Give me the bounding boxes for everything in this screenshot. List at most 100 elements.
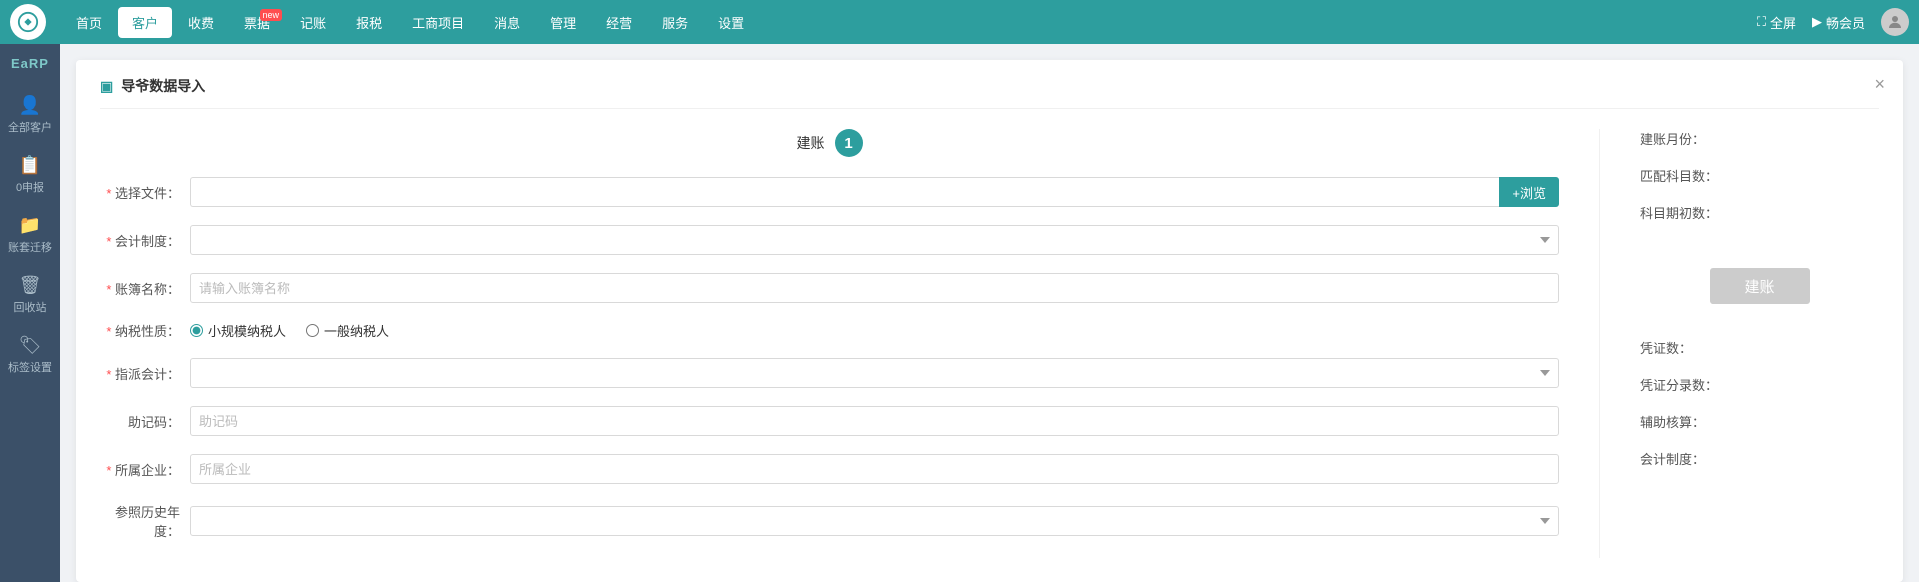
nav-operation[interactable]: 经营 xyxy=(592,7,646,38)
voucher-entries-label: 凭证分录数： xyxy=(1640,375,1730,394)
company-row: 所属企业： xyxy=(100,454,1559,484)
fullscreen-label: 全屏 xyxy=(1770,13,1796,32)
company-label: 所属企业： xyxy=(100,460,190,479)
memo-label: 助记码： xyxy=(100,412,190,431)
build-button[interactable]: 建账 xyxy=(1710,268,1810,304)
sidebar-item-migration[interactable]: 📁 账套迁移 xyxy=(0,207,60,263)
nav-fee[interactable]: 收费 xyxy=(174,7,228,38)
ledger-label: 账簿名称： xyxy=(100,279,190,298)
nav-bookkeeping[interactable]: 记账 xyxy=(286,7,340,38)
main-content: ▣ 导爷数据导入 × 建账 1 选择文件： xyxy=(60,44,1919,582)
customer-icon: 👤 xyxy=(19,95,41,116)
fullscreen-icon: ⛶ xyxy=(1757,14,1766,30)
voucher-entries-field: 凭证分录数： xyxy=(1640,375,1879,394)
dialog-title: 导爷数据导入 xyxy=(121,76,205,96)
sidebar-label-declaration: 0申报 xyxy=(16,179,44,195)
ledger-control xyxy=(190,273,1559,303)
step-label: 建账 xyxy=(797,133,825,153)
nav-message[interactable]: 消息 xyxy=(480,7,534,38)
sidebar-label-recycle: 回收站 xyxy=(14,299,47,315)
close-button[interactable]: × xyxy=(1874,74,1885,95)
declaration-icon: 📋 xyxy=(19,155,41,176)
form-right: 建账月份： 匹配科目数： 科目期初数： 建账 凭证 xyxy=(1599,129,1879,558)
member-label: 畅会员 xyxy=(1826,13,1865,32)
memo-control xyxy=(190,406,1559,436)
tax-small[interactable]: 小规模纳税人 xyxy=(190,321,286,340)
sidebar-item-all-customers[interactable]: 👤 全部客户 xyxy=(0,87,60,143)
nav-home[interactable]: 首页 xyxy=(62,7,116,38)
nav-right: ⛶ 全屏 ▶ 畅会员 xyxy=(1757,8,1909,36)
accountant-row: 指派会计： xyxy=(100,358,1559,388)
tax-general[interactable]: 一般纳税人 xyxy=(306,321,389,340)
new-badge: new xyxy=(260,9,283,21)
month-label: 建账月份： xyxy=(1640,129,1730,148)
file-input[interactable] xyxy=(190,177,1499,207)
voucher-field: 凭证数： xyxy=(1640,338,1879,357)
tax-control: 小规模纳税人 一般纳税人 xyxy=(190,321,1559,340)
period-label: 科目期初数： xyxy=(1640,203,1730,222)
aux-field: 辅助核算： xyxy=(1640,412,1879,431)
form-layout: 建账 1 选择文件： +浏览 会计制度： xyxy=(100,129,1879,558)
right-accounting-field: 会计制度： xyxy=(1640,449,1879,468)
ledger-row: 账簿名称： xyxy=(100,273,1559,303)
logo[interactable] xyxy=(10,4,46,40)
tax-general-label: 一般纳税人 xyxy=(324,321,389,340)
nav-tax[interactable]: 报税 xyxy=(342,7,396,38)
tax-general-radio[interactable] xyxy=(306,324,319,337)
nav-manage[interactable]: 管理 xyxy=(536,7,590,38)
form-left: 建账 1 选择文件： +浏览 会计制度： xyxy=(100,129,1599,558)
company-input[interactable] xyxy=(190,454,1559,484)
history-row: 参照历史年度： xyxy=(100,502,1559,540)
recycle-icon: 🗑 xyxy=(19,275,42,296)
sidebar-item-tags[interactable]: 🏷 标签设置 xyxy=(0,327,60,383)
tax-small-label: 小规模纳税人 xyxy=(208,321,286,340)
layout: EaRP 👤 全部客户 📋 0申报 📁 账套迁移 🗑 回收站 🏷 标签设置 ▣ … xyxy=(0,44,1919,582)
avatar[interactable] xyxy=(1881,8,1909,36)
browse-button[interactable]: +浏览 xyxy=(1499,177,1559,207)
accountant-control xyxy=(190,358,1559,388)
sidebar-label-migration: 账套迁移 xyxy=(8,239,52,255)
file-label: 选择文件： xyxy=(100,183,190,202)
sidebar-label-customers: 全部客户 xyxy=(8,119,52,135)
nav-invoice[interactable]: 票据 new xyxy=(230,7,284,38)
accountant-label: 指派会计： xyxy=(100,364,190,383)
history-label: 参照历史年度： xyxy=(100,502,190,540)
migration-icon: 📁 xyxy=(19,215,41,236)
aux-label: 辅助核算： xyxy=(1640,412,1730,431)
import-icon: ▣ xyxy=(100,78,113,95)
sidebar: EaRP 👤 全部客户 📋 0申报 📁 账套迁移 🗑 回收站 🏷 标签设置 xyxy=(0,44,60,582)
nav-items: 首页 客户 收费 票据 new 记账 报税 工商项目 消息 管理 经营 服务 设… xyxy=(62,7,1757,38)
history-control xyxy=(190,506,1559,536)
ledger-input[interactable] xyxy=(190,273,1559,303)
nav-business[interactable]: 工商项目 xyxy=(398,7,478,38)
sidebar-item-declaration[interactable]: 📋 0申报 xyxy=(0,147,60,203)
accountant-select[interactable] xyxy=(190,358,1559,388)
right-accounting-label: 会计制度： xyxy=(1640,449,1730,468)
top-nav: 首页 客户 收费 票据 new 记账 报税 工商项目 消息 管理 经营 服务 设… xyxy=(0,0,1919,44)
member-icon: ▶ xyxy=(1812,14,1822,30)
tax-label: 纳税性质： xyxy=(100,321,190,340)
sidebar-label-tags: 标签设置 xyxy=(8,359,52,375)
memo-input[interactable] xyxy=(190,406,1559,436)
history-select[interactable] xyxy=(190,506,1559,536)
nav-customer[interactable]: 客户 xyxy=(118,7,172,38)
dialog-card: ▣ 导爷数据导入 × 建账 1 选择文件： xyxy=(76,60,1903,582)
dialog-header: ▣ 导爷数据导入 xyxy=(100,76,1879,109)
accounting-label: 会计制度： xyxy=(100,231,190,250)
period-field: 科目期初数： xyxy=(1640,203,1879,222)
file-row: 选择文件： +浏览 xyxy=(100,177,1559,207)
tax-small-radio[interactable] xyxy=(190,324,203,337)
sidebar-item-recycle[interactable]: 🗑 回收站 xyxy=(0,267,60,323)
tags-icon: 🏷 xyxy=(19,335,42,356)
nav-service[interactable]: 服务 xyxy=(648,7,702,38)
tax-row: 纳税性质： 小规模纳税人 一般纳税人 xyxy=(100,321,1559,340)
sidebar-logo: EaRP xyxy=(4,52,56,79)
step-circle: 1 xyxy=(835,129,863,157)
nav-settings[interactable]: 设置 xyxy=(704,7,758,38)
accounting-select[interactable] xyxy=(190,225,1559,255)
company-control xyxy=(190,454,1559,484)
accounting-control xyxy=(190,225,1559,255)
accounting-row: 会计制度： xyxy=(100,225,1559,255)
member-btn[interactable]: ▶ 畅会员 xyxy=(1812,13,1865,32)
fullscreen-btn[interactable]: ⛶ 全屏 xyxy=(1757,13,1796,32)
